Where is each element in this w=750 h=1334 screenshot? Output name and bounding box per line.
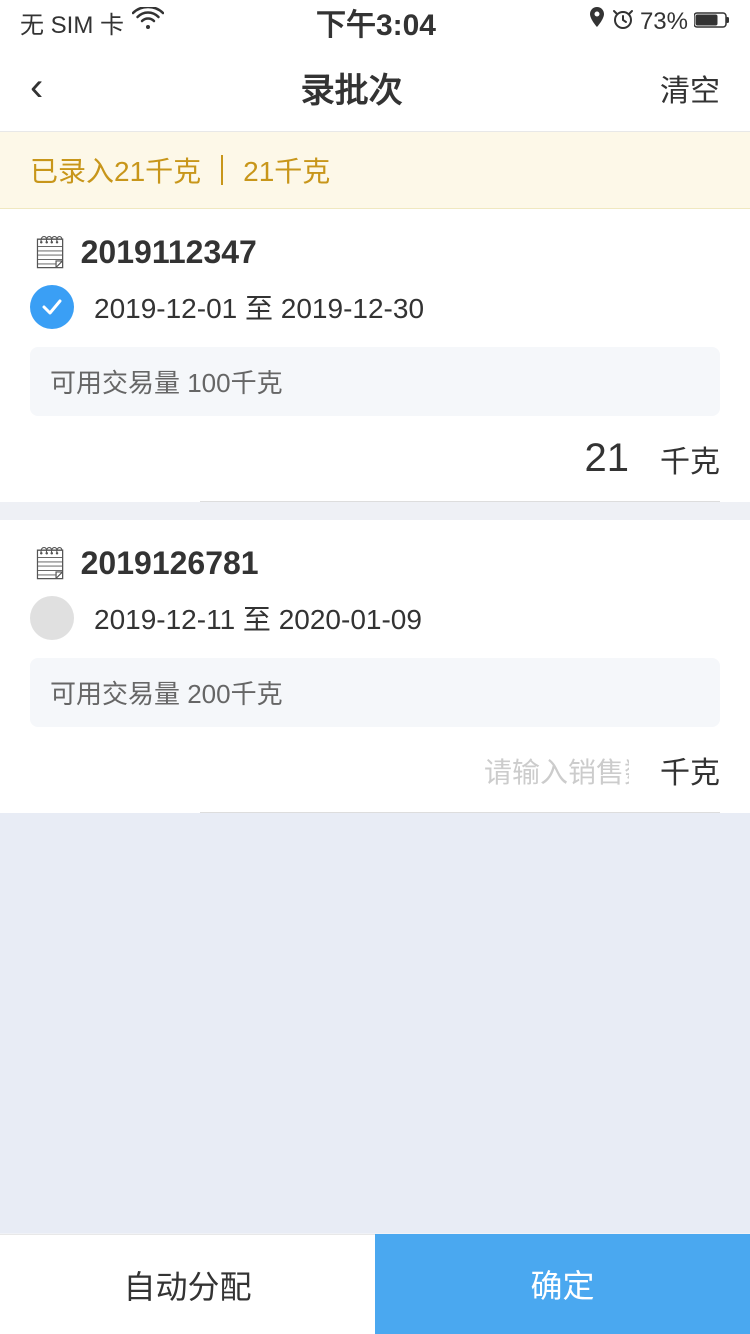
batch-checkbox-1[interactable] xyxy=(30,285,74,329)
batch-number-row-1: 🗒 2019112347 xyxy=(30,233,720,271)
clear-button[interactable]: 清空 xyxy=(660,66,720,110)
no-sim-label: 无 SIM 卡 xyxy=(20,5,124,40)
batch-date-row-1[interactable]: 2019-12-01 至 2019-12-30 xyxy=(30,285,720,329)
status-bar-right: 73% xyxy=(588,7,730,38)
recorded-amount: 已录入21千克 xyxy=(30,150,201,190)
wifi-icon xyxy=(132,7,164,38)
location-icon xyxy=(588,7,606,38)
bottom-spacer xyxy=(0,813,750,1233)
quantity-unit-2: 千克 xyxy=(660,748,720,792)
quantity-row-2: 千克 xyxy=(0,727,750,792)
page-title: 录批次 xyxy=(301,63,403,112)
batch-card-2: 🗒 2019126781 2019-12-11 至 2020-01-09 可用交… xyxy=(0,520,750,813)
batch-checkbox-2[interactable] xyxy=(30,596,74,640)
batch-id-1: 2019112347 xyxy=(81,234,257,271)
confirm-button[interactable]: 确定 xyxy=(375,1234,750,1334)
info-banner: 已录入21千克 21千克 xyxy=(0,132,750,209)
quantity-row-1: 千克 xyxy=(0,416,750,481)
batch-doc-icon-1: 🗒 xyxy=(30,233,71,271)
quantity-unit-1: 千克 xyxy=(660,437,720,481)
nav-bar: ‹ 录批次 清空 xyxy=(0,44,750,132)
status-bar: 无 SIM 卡 下午3:04 73% xyxy=(0,0,750,44)
quantity-input-1[interactable] xyxy=(484,436,644,481)
batch-date-2: 2019-12-11 至 2020-01-09 xyxy=(94,598,422,638)
batch-id-2: 2019126781 xyxy=(81,545,259,582)
batch-card-1: 🗒 2019112347 2019-12-01 至 2019-12-30 可用交… xyxy=(0,209,750,502)
back-button[interactable]: ‹ xyxy=(30,65,43,110)
quantity-underline-1 xyxy=(200,481,720,502)
battery-icon xyxy=(694,8,730,36)
quantity-underline-2 xyxy=(200,792,720,813)
banner-divider xyxy=(221,155,223,185)
batch-available-1: 可用交易量 100千克 xyxy=(30,347,720,416)
batch-number-row-2: 🗒 2019126781 xyxy=(30,544,720,582)
batch-available-2: 可用交易量 200千克 xyxy=(30,658,720,727)
batch-date-1: 2019-12-01 至 2019-12-30 xyxy=(94,287,424,327)
bottom-buttons: 自动分配 确定 xyxy=(0,1234,750,1334)
status-bar-time: 下午3:04 xyxy=(316,0,436,44)
batch-doc-icon-2: 🗒 xyxy=(30,544,71,582)
total-amount: 21千克 xyxy=(243,150,330,190)
status-bar-left: 无 SIM 卡 xyxy=(20,5,164,40)
batch-date-row-2[interactable]: 2019-12-11 至 2020-01-09 xyxy=(30,596,720,640)
alarm-icon xyxy=(612,7,634,38)
section-divider-1 xyxy=(0,502,750,520)
battery-label: 73% xyxy=(640,8,688,36)
auto-distribute-button[interactable]: 自动分配 xyxy=(0,1234,375,1334)
quantity-input-2[interactable] xyxy=(484,747,644,792)
